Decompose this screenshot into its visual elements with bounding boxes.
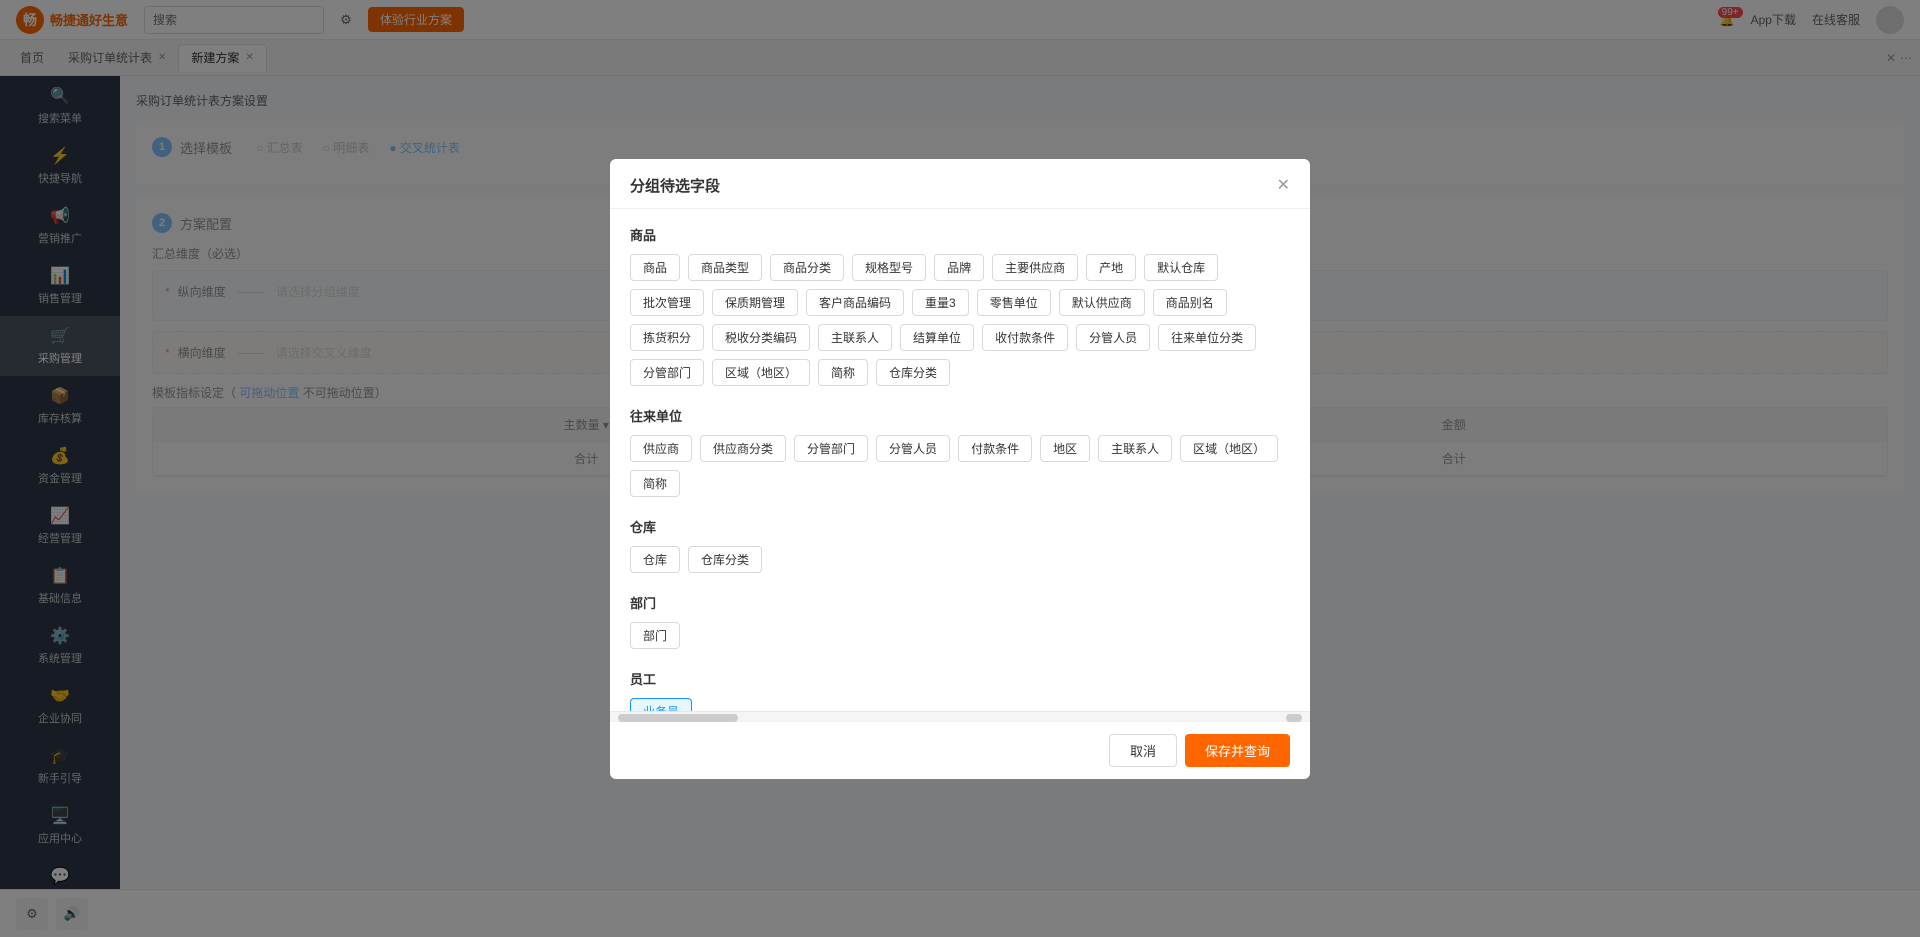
field-supervisor[interactable]: 分管人员 xyxy=(1076,324,1150,351)
field-batch-management[interactable]: 批次管理 xyxy=(630,289,704,316)
section-employee: 员工 业务员 xyxy=(630,669,1290,712)
field-spec-model[interactable]: 规格型号 xyxy=(852,254,926,281)
cancel-button[interactable]: 取消 xyxy=(1109,734,1177,767)
hscroll-right-btn[interactable] xyxy=(1286,714,1302,722)
field-region-partner[interactable]: 区域（地区） xyxy=(1180,435,1278,462)
field-customer-code[interactable]: 客户商品编码 xyxy=(806,289,904,316)
field-tax-code[interactable]: 税收分类编码 xyxy=(712,324,810,351)
modal-title: 分组待选字段 xyxy=(630,175,720,196)
field-product[interactable]: 商品 xyxy=(630,254,680,281)
section-department: 部门 部门 xyxy=(630,593,1290,649)
field-pick-points[interactable]: 拣货积分 xyxy=(630,324,704,351)
department-fields-grid: 部门 xyxy=(630,622,1290,649)
hscroll-thumb xyxy=(618,714,738,722)
field-main-supplier[interactable]: 主要供应商 xyxy=(992,254,1078,281)
field-brand[interactable]: 品牌 xyxy=(934,254,984,281)
field-area[interactable]: 地区 xyxy=(1040,435,1090,462)
section-warehouse-title: 仓库 xyxy=(630,517,1290,536)
section-warehouse: 仓库 仓库 仓库分类 xyxy=(630,517,1290,573)
field-main-contact[interactable]: 主联系人 xyxy=(818,324,892,351)
field-weight3[interactable]: 重量3 xyxy=(912,289,969,316)
content-area: 采购订单统计表方案设置 1 选择模板 ○ 汇总表 ○ 明细表 ● 交叉统计表 2 xyxy=(120,76,1920,889)
field-partner-category[interactable]: 往来单位分类 xyxy=(1158,324,1256,351)
section-product-title: 商品 xyxy=(630,225,1290,244)
field-payment-terms[interactable]: 收付款条件 xyxy=(982,324,1068,351)
product-fields-grid: 商品 商品类型 商品分类 规格型号 品牌 主要供应商 产地 默认仓库 批次管理 … xyxy=(630,254,1290,386)
field-warehouse[interactable]: 仓库 xyxy=(630,546,680,573)
modal-hscroll[interactable] xyxy=(610,711,1310,720)
field-department[interactable]: 部门 xyxy=(630,622,680,649)
field-supplier[interactable]: 供应商 xyxy=(630,435,692,462)
field-dept-supervisor[interactable]: 分管部门 xyxy=(794,435,868,462)
field-sales-rep[interactable]: 业务员 xyxy=(630,698,692,712)
field-shelf-life[interactable]: 保质期管理 xyxy=(712,289,798,316)
field-default-supplier[interactable]: 默认供应商 xyxy=(1059,289,1145,316)
partner-fields-grid: 供应商 供应商分类 分管部门 分管人员 付款条件 地区 主联系人 区域（地区） … xyxy=(630,435,1290,497)
section-partner-title: 往来单位 xyxy=(630,406,1290,425)
warehouse-fields-grid: 仓库 仓库分类 xyxy=(630,546,1290,573)
field-product-alias[interactable]: 商品别名 xyxy=(1153,289,1227,316)
field-region[interactable]: 区域（地区） xyxy=(712,359,810,386)
modal-close-button[interactable]: ✕ xyxy=(1277,175,1290,195)
field-retail-unit[interactable]: 零售单位 xyxy=(977,289,1051,316)
field-settlement-unit[interactable]: 结算单位 xyxy=(900,324,974,351)
field-abbreviation-partner[interactable]: 简称 xyxy=(630,470,680,497)
field-supervisor-dept[interactable]: 分管部门 xyxy=(630,359,704,386)
section-employee-title: 员工 xyxy=(630,669,1290,688)
field-default-warehouse[interactable]: 默认仓库 xyxy=(1144,254,1218,281)
field-product-type[interactable]: 商品类型 xyxy=(688,254,762,281)
modal-overlay: 分组待选字段 ✕ 商品 商品 商品类型 商品分类 规格型号 品 xyxy=(120,76,1920,889)
section-partner: 往来单位 供应商 供应商分类 分管部门 分管人员 付款条件 地区 主联系人 区域… xyxy=(630,406,1290,497)
modal-header: 分组待选字段 ✕ xyxy=(610,159,1310,209)
field-payment-condition[interactable]: 付款条件 xyxy=(958,435,1032,462)
field-warehouse-cat[interactable]: 仓库分类 xyxy=(688,546,762,573)
modal-body[interactable]: 商品 商品 商品类型 商品分类 规格型号 品牌 主要供应商 产地 默认仓库 批次… xyxy=(610,209,1310,712)
save-query-button[interactable]: 保存并查询 xyxy=(1185,734,1290,767)
field-selection-modal: 分组待选字段 ✕ 商品 商品 商品类型 商品分类 规格型号 品 xyxy=(610,159,1310,779)
modal-footer: 取消 保存并查询 xyxy=(610,721,1310,779)
section-department-title: 部门 xyxy=(630,593,1290,612)
section-product: 商品 商品 商品类型 商品分类 规格型号 品牌 主要供应商 产地 默认仓库 批次… xyxy=(630,225,1290,386)
field-warehouse-category[interactable]: 仓库分类 xyxy=(876,359,950,386)
field-origin[interactable]: 产地 xyxy=(1086,254,1136,281)
employee-fields-grid: 业务员 xyxy=(630,698,1290,712)
field-abbreviation[interactable]: 简称 xyxy=(818,359,868,386)
field-personnel-supervisor[interactable]: 分管人员 xyxy=(876,435,950,462)
field-main-contact-partner[interactable]: 主联系人 xyxy=(1098,435,1172,462)
field-supplier-category[interactable]: 供应商分类 xyxy=(700,435,786,462)
field-product-category[interactable]: 商品分类 xyxy=(770,254,844,281)
